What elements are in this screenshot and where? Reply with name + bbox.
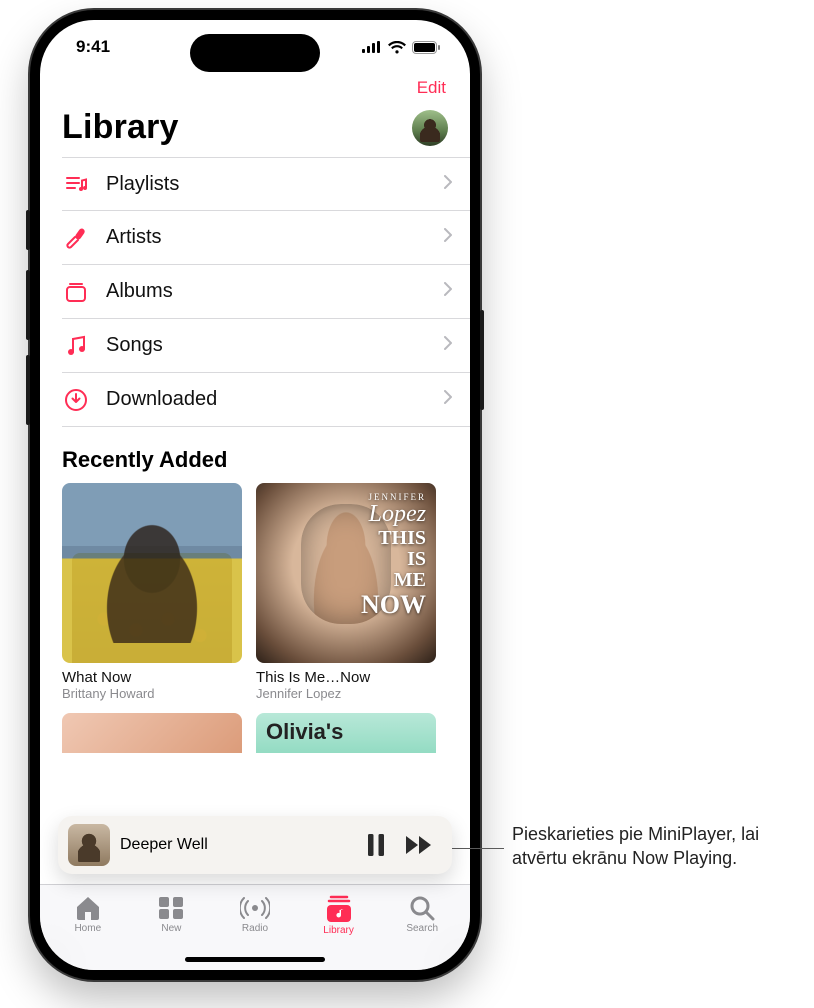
tab-label: Home [74,923,101,934]
next-track-button[interactable] [398,835,442,855]
tab-label: Radio [242,923,268,934]
callout-leader [444,848,504,849]
chevron-right-icon [444,336,452,355]
album-artist: Jennifer Lopez [256,686,436,701]
album-title: This Is Me…Now [256,669,436,686]
tab-label: Search [406,923,438,934]
list-row-downloaded[interactable]: Downloaded [62,373,470,427]
recently-added-grid: What Now Brittany Howard JENNIFER Lopez … [40,483,470,701]
album-item[interactable] [62,713,242,753]
albums-icon [62,280,90,304]
recently-added-grid-row2: Olivia's [40,713,470,753]
chevron-right-icon [444,390,452,409]
list-row-label: Downloaded [106,388,428,411]
chevron-right-icon [444,228,452,247]
downloaded-icon [62,388,90,412]
battery-icon [412,41,440,54]
section-heading: Recently Added [40,427,470,483]
library-list: Playlists Artists Albums [40,157,470,427]
tab-label: Library [323,925,354,936]
tab-home[interactable]: Home [46,891,130,970]
account-avatar[interactable] [412,110,448,146]
dynamic-island [190,34,320,72]
album-artwork [62,713,242,753]
tab-search[interactable]: Search [380,891,464,970]
wifi-icon [388,41,406,54]
pause-button[interactable] [354,834,398,856]
playlists-icon [62,172,90,196]
list-row-label: Playlists [106,173,428,196]
list-row-songs[interactable]: Songs [62,319,470,373]
list-row-label: Artists [106,226,428,249]
status-time: 9:41 [76,37,110,57]
album-artwork [62,483,242,663]
album-item[interactable]: JENNIFER Lopez THIS IS ME NOW This Is Me… [256,483,436,701]
list-row-playlists[interactable]: Playlists [62,157,470,211]
home-indicator[interactable] [185,957,325,962]
chevron-right-icon [444,282,452,301]
edit-button[interactable]: Edit [417,78,446,98]
album-title: What Now [62,669,242,686]
tab-label: New [161,923,181,934]
songs-icon [62,334,90,358]
page-title: Library [62,108,179,147]
callout-text: Pieskarieties pie MiniPlayer, lai atvērt… [512,822,802,871]
list-row-label: Songs [106,334,428,357]
mini-player[interactable]: Deeper Well [58,816,452,874]
album-item[interactable]: What Now Brittany Howard [62,483,242,701]
album-artist: Brittany Howard [62,686,242,701]
miniplayer-title: Deeper Well [120,836,354,854]
album-artwork: Olivia's [256,713,436,753]
list-row-artists[interactable]: Artists [62,211,470,265]
miniplayer-artwork [68,824,110,866]
album-artwork: JENNIFER Lopez THIS IS ME NOW [256,483,436,663]
album-item[interactable]: Olivia's [256,713,436,753]
chevron-right-icon [444,175,452,194]
cellular-icon [362,41,382,53]
list-row-label: Albums [106,280,428,303]
artists-icon [62,226,90,250]
list-row-albums[interactable]: Albums [62,265,470,319]
